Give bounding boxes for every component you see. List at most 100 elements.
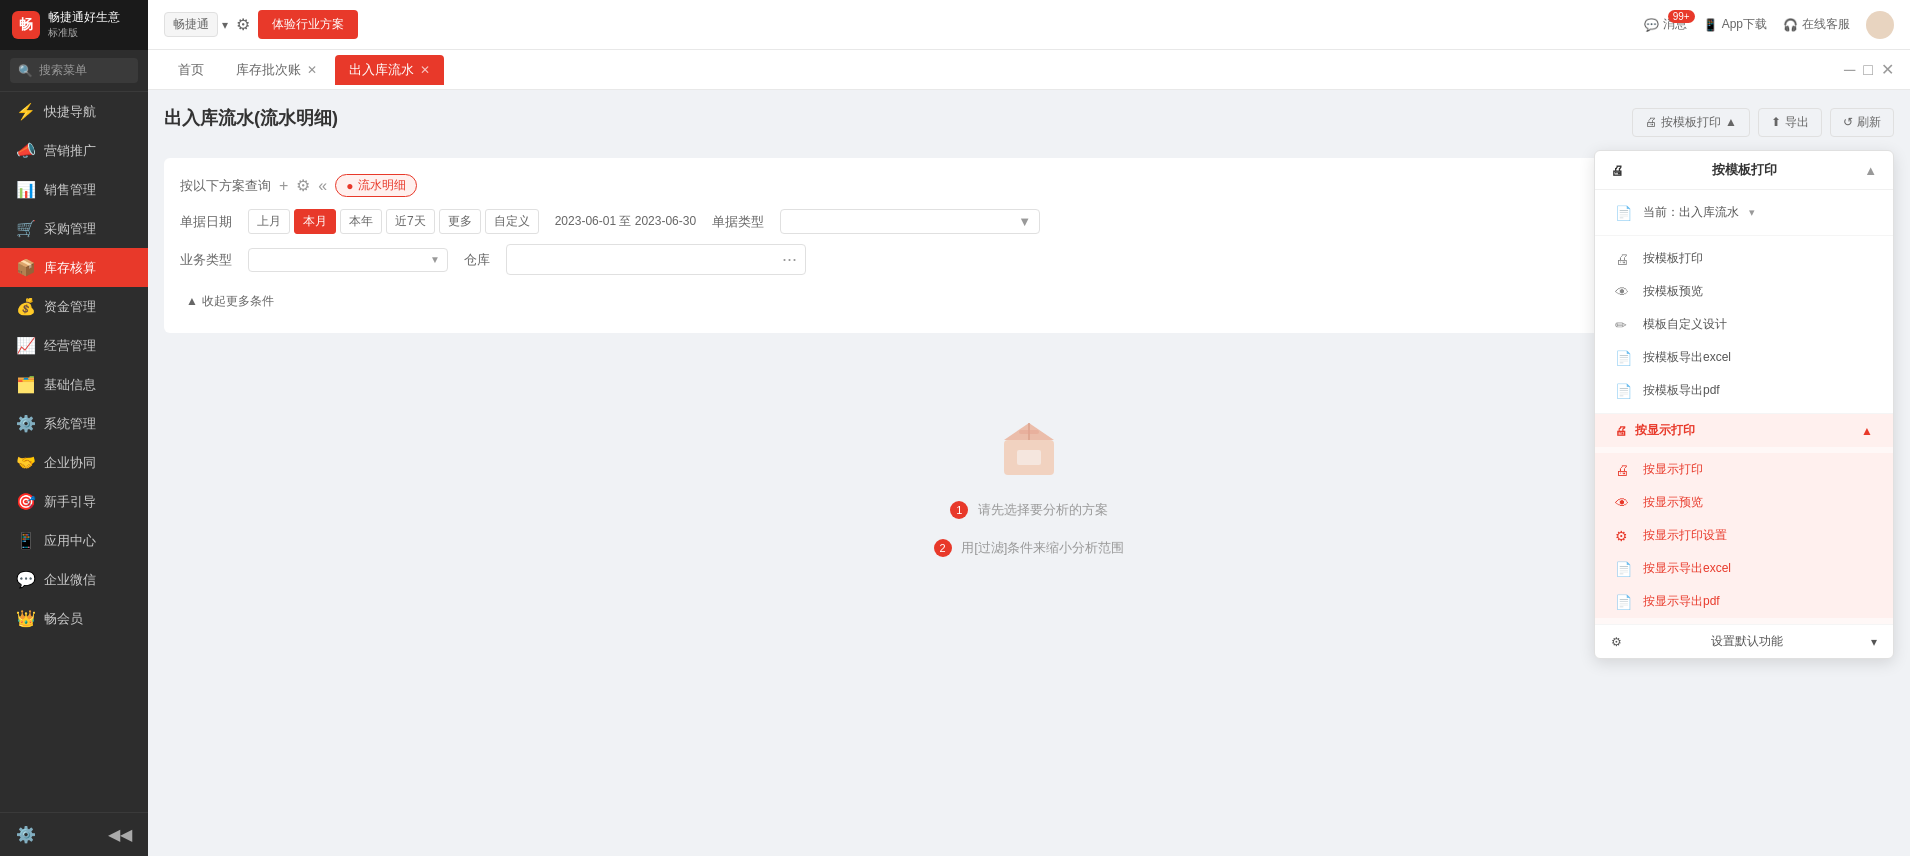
tab-flow-close[interactable]: ✕ (420, 63, 430, 77)
window-minimize-icon[interactable]: ─ (1844, 61, 1855, 79)
user-name-display[interactable]: 畅捷通 (164, 12, 218, 37)
sidebar-item-system[interactable]: ⚙️系统管理 (0, 404, 148, 443)
page-header: 出入库流水(流水明细) 🖨 按模板打印 ▲ ⬆ 导出 ↺ 刷新 (164, 106, 1894, 146)
filter-collapse-icon[interactable]: « (318, 177, 327, 195)
sidebar-item-app-center[interactable]: 📱应用中心 (0, 521, 148, 560)
window-close-icon[interactable]: ✕ (1881, 60, 1894, 79)
sidebar-item-cooperation[interactable]: 🤝企业协同 (0, 443, 148, 482)
print-dropdown-panel: 🖨 按模板打印 ▲ 📄 当前：出入库流水 ▾ 🖨 按模板打印 � (1594, 150, 1894, 659)
avatar[interactable] (1866, 11, 1894, 39)
collapse-sidebar-icon[interactable]: ◀◀ (108, 825, 132, 844)
display-pdf-icon: 📄 (1615, 594, 1633, 610)
dropdown-display-settings[interactable]: ⚙ 按显示打印设置 (1595, 519, 1893, 552)
sidebar-item-sales[interactable]: 📊销售管理 (0, 170, 148, 209)
dropdown-template-print[interactable]: 🖨 按模板打印 (1595, 242, 1893, 275)
industry-solution-button[interactable]: 体验行业方案 (258, 10, 358, 39)
dropdown-chevron-up[interactable]: ▲ (1864, 163, 1877, 178)
current-doc-icon: 📄 (1615, 205, 1633, 221)
template-custom-label: 模板自定义设计 (1643, 316, 1727, 333)
tab-batch-close[interactable]: ✕ (307, 63, 317, 77)
date-range-display: 2023-06-01 至 2023-06-30 (555, 213, 696, 230)
dropdown-display-header[interactable]: 🖨 按显示打印 ▲ (1595, 414, 1893, 447)
message-button[interactable]: 💬 消息 99+ (1644, 16, 1687, 33)
warehouse-more-icon[interactable]: ··· (782, 249, 797, 270)
biz-type-select-wrap[interactable] (248, 248, 448, 272)
sidebar-item-marketing[interactable]: 📣营销推广 (0, 131, 148, 170)
dropdown-display-export-excel[interactable]: 📄 按显示导出excel (1595, 552, 1893, 585)
logo-title: 畅捷通好生意 (48, 10, 120, 26)
template-excel-icon: 📄 (1615, 350, 1633, 366)
date-label: 单据日期 (180, 213, 232, 231)
date-btn-this-month[interactable]: 本月 (294, 209, 336, 234)
inventory-icon: 📦 (16, 258, 36, 277)
sidebar-item-inventory[interactable]: 📦 库存核算 (0, 248, 148, 287)
basic-icon: 🗂️ (16, 375, 36, 394)
sidebar-item-label: 新手引导 (44, 493, 96, 511)
printer-header-icon: 🖨 (1611, 163, 1624, 178)
display-print-label: 按显示打印 (1643, 461, 1703, 478)
refresh-button[interactable]: ↺ 刷新 (1830, 108, 1894, 137)
sidebar-item-label: 经营管理 (44, 337, 96, 355)
date-btn-custom[interactable]: 自定义 (485, 209, 539, 234)
operation-icon: 📈 (16, 336, 36, 355)
filter-tag[interactable]: ● 流水明细 (335, 174, 416, 197)
topbar-gear-icon[interactable]: ⚙ (236, 15, 250, 34)
window-maximize-icon[interactable]: □ (1863, 61, 1873, 79)
template-preview-icon: 👁 (1615, 284, 1633, 300)
search-input-wrap[interactable]: 🔍 搜索菜单 (10, 58, 138, 83)
sidebar-item-purchase[interactable]: 🛒采购管理 (0, 209, 148, 248)
service-label: 在线客服 (1802, 16, 1850, 33)
page-content: 出入库流水(流水明细) 🖨 按模板打印 ▲ ⬆ 导出 ↺ 刷新 (148, 90, 1910, 856)
doc-type-dropdown-icon[interactable]: ▼ (1018, 214, 1031, 229)
collapse-button[interactable]: ▲ 收起更多条件 (180, 287, 280, 316)
dropdown-template-custom[interactable]: ✏ 模板自定义设计 (1595, 308, 1893, 341)
filter-config-icon[interactable]: ⚙ (296, 176, 310, 195)
user-dropdown-icon[interactable]: ▾ (222, 18, 228, 32)
date-buttons: 上月 本月 本年 近7天 更多 自定义 (248, 209, 539, 234)
template-custom-icon: ✏ (1615, 317, 1633, 333)
sidebar-item-basic[interactable]: 🗂️基础信息 (0, 365, 148, 404)
doc-type-select-wrap[interactable]: ▼ (780, 209, 1040, 234)
tab-flow[interactable]: 出入库流水 ✕ (335, 55, 444, 85)
sidebar-item-member[interactable]: 👑畅会员 (0, 599, 148, 638)
sidebar-item-wechat[interactable]: 💬企业微信 (0, 560, 148, 599)
filter-tag-label: 流水明细 (358, 177, 406, 194)
export-button[interactable]: ⬆ 导出 (1758, 108, 1822, 137)
filter-add-icon[interactable]: + (279, 177, 288, 195)
topbar-left: 畅捷通 ▾ ⚙ 体验行业方案 (164, 10, 1632, 39)
print-button[interactable]: 🖨 按模板打印 ▲ (1632, 108, 1750, 137)
dropdown-template-preview[interactable]: 👁 按模板预览 (1595, 275, 1893, 308)
dropdown-template-export-excel[interactable]: 📄 按模板导出excel (1595, 341, 1893, 374)
dropdown-template-export-pdf[interactable]: 📄 按模板导出pdf (1595, 374, 1893, 407)
dropdown-current-item[interactable]: 📄 当前：出入库流水 ▾ (1595, 196, 1893, 229)
date-btn-more[interactable]: 更多 (439, 209, 481, 234)
sidebar-item-label: 应用中心 (44, 532, 96, 550)
date-btn-7days[interactable]: 近7天 (386, 209, 435, 234)
sidebar-item-quick-nav[interactable]: ⚡快捷导航 (0, 92, 148, 131)
search-icon: 🔍 (18, 64, 33, 78)
tab-home-label: 首页 (178, 61, 204, 79)
dropdown-display-preview[interactable]: 👁 按显示预览 (1595, 486, 1893, 519)
date-btn-this-year[interactable]: 本年 (340, 209, 382, 234)
sidebar-bottom: ⚙️ ◀◀ (0, 812, 148, 856)
warehouse-input-wrap[interactable]: ··· (506, 244, 806, 275)
display-print-header-label: 按显示打印 (1635, 422, 1695, 439)
sidebar-item-finance[interactable]: 💰资金管理 (0, 287, 148, 326)
dropdown-display-export-pdf[interactable]: 📄 按显示导出pdf (1595, 585, 1893, 618)
tab-batch[interactable]: 库存批次账 ✕ (222, 55, 331, 85)
sidebar-item-label: 库存核算 (44, 259, 96, 277)
dropdown-footer[interactable]: ⚙ 设置默认功能 ▾ (1595, 625, 1893, 658)
sidebar-item-label: 资金管理 (44, 298, 96, 316)
settings-icon[interactable]: ⚙️ (16, 825, 36, 844)
biz-type-select[interactable] (248, 248, 448, 272)
dropdown-display-print[interactable]: 🖨 按显示打印 (1595, 453, 1893, 486)
app-download-button[interactable]: 📱 App下载 (1703, 16, 1767, 33)
display-section-collapse-icon[interactable]: ▲ (1861, 424, 1873, 438)
sidebar-item-guide[interactable]: 🎯新手引导 (0, 482, 148, 521)
date-btn-last-month[interactable]: 上月 (248, 209, 290, 234)
online-service-button[interactable]: 🎧 在线客服 (1783, 16, 1850, 33)
sidebar-search-area[interactable]: 🔍 搜索菜单 (0, 50, 148, 92)
sidebar-item-operation[interactable]: 📈 经营管理 (0, 326, 148, 365)
tab-home[interactable]: 首页 (164, 55, 218, 85)
display-excel-label: 按显示导出excel (1643, 560, 1731, 577)
